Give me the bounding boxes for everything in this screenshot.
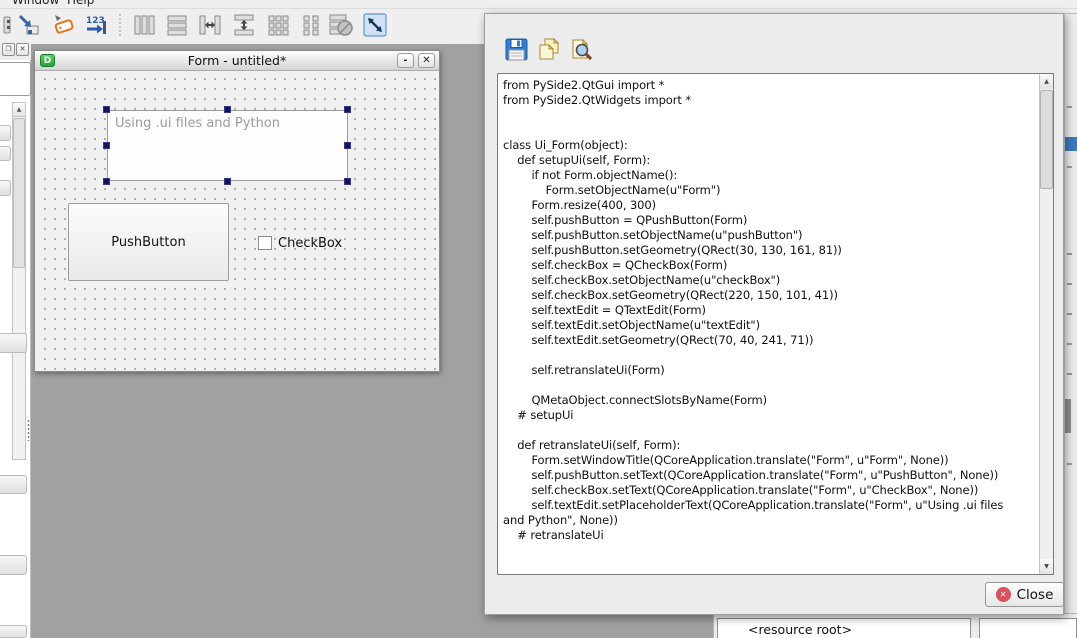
layout-grid-icon[interactable] xyxy=(264,11,292,39)
selection-handle-nw[interactable] xyxy=(103,106,110,113)
widget-box-filter-input[interactable] xyxy=(0,62,31,96)
selected-row-highlight xyxy=(1065,137,1077,151)
resource-browser-dock: <resource root> xyxy=(713,613,1077,638)
dock-float-icon[interactable]: ❐ xyxy=(2,43,15,56)
tree-branch-mark xyxy=(1067,283,1072,285)
edit-signals-slots-icon[interactable] xyxy=(15,11,43,39)
form-designer-window: D Form - untitled* - ✕ Using .ui files a… xyxy=(34,50,440,372)
layout-vertical-icon[interactable] xyxy=(163,11,191,39)
selection-handle-ne[interactable] xyxy=(344,106,351,113)
adjust-size-icon[interactable] xyxy=(361,11,389,39)
menu-window[interactable]: Window xyxy=(12,0,59,7)
widget-box-scroll-thumb[interactable] xyxy=(13,118,25,268)
menu-help[interactable]: Help xyxy=(67,0,94,7)
edit-widgets-icon[interactable] xyxy=(0,11,14,39)
textedit-widget[interactable]: Using .ui files and Python xyxy=(107,110,348,181)
code-preview-dialog: from PySide2.QtGui import * from PySide2… xyxy=(484,13,1064,615)
tree-branch-mark xyxy=(1067,313,1072,315)
scroll-down-icon[interactable]: ▼ xyxy=(1040,559,1053,574)
selection-handle-sw[interactable] xyxy=(103,178,110,185)
tab-order-digits: 123 xyxy=(86,16,105,26)
widget-category-row[interactable] xyxy=(0,125,11,141)
widget-box-dock-header: ❐ ✕ xyxy=(0,44,31,60)
tree-branch-mark xyxy=(1067,373,1072,375)
minimize-button[interactable]: - xyxy=(397,53,414,68)
close-x-icon: ✕ xyxy=(996,587,1011,602)
menubar: Window Help xyxy=(0,0,1077,9)
resource-root-item[interactable]: <resource root> xyxy=(748,622,852,637)
right-dock-sliver xyxy=(1064,13,1077,638)
scroll-up-icon[interactable]: ▲ xyxy=(13,103,25,117)
resource-list-panel xyxy=(979,618,1077,638)
checkbox-widget[interactable]: CheckBox xyxy=(258,235,342,251)
selection-handle-s[interactable] xyxy=(224,178,231,185)
dialog-close-button[interactable]: ✕ Close xyxy=(985,582,1064,607)
code-text-area[interactable]: from PySide2.QtGui import * from PySide2… xyxy=(497,73,1054,575)
code-scroll-thumb[interactable] xyxy=(1040,90,1053,189)
qt-designer-window: Window Help 123 xyxy=(0,0,1077,638)
selection-handle-n[interactable] xyxy=(224,106,231,113)
pushbutton-label: PushButton xyxy=(111,235,185,250)
form-window-titlebar[interactable]: D Form - untitled* - ✕ xyxy=(35,51,439,71)
scroll-up-icon[interactable]: ▲ xyxy=(1040,74,1053,89)
resource-tree-panel: <resource root> xyxy=(717,618,971,638)
layout-splitter-vertical-icon[interactable] xyxy=(230,11,258,39)
widget-category-row[interactable] xyxy=(0,555,27,575)
widget-box-dock: ❐ ✕ ▲ xyxy=(0,44,31,638)
selection-handle-se[interactable] xyxy=(344,178,351,185)
main-toolbar: 123 xyxy=(0,9,484,44)
form-canvas[interactable]: Using .ui files and Python PushButton Ch… xyxy=(36,71,439,371)
python-code: from PySide2.QtGui import * from PySide2… xyxy=(503,78,1037,543)
close-button[interactable]: ✕ xyxy=(418,53,435,68)
widget-box-scrollbar[interactable]: ▲ xyxy=(12,102,26,460)
save-icon[interactable] xyxy=(505,38,529,62)
break-layout-icon[interactable] xyxy=(327,11,355,39)
widget-category-row[interactable] xyxy=(0,625,27,638)
form-window-title: Form - untitled* xyxy=(35,53,439,68)
dock-close-icon[interactable]: ✕ xyxy=(16,43,29,56)
layout-form-icon[interactable] xyxy=(297,11,325,39)
textedit-placeholder: Using .ui files and Python xyxy=(115,116,280,131)
widget-category-row[interactable] xyxy=(0,180,11,196)
find-icon[interactable] xyxy=(570,38,594,62)
dock-splitter-handle[interactable] xyxy=(27,419,30,441)
edit-tab-order-icon[interactable]: 123 xyxy=(82,11,110,39)
pushbutton-widget[interactable]: PushButton xyxy=(68,203,229,281)
selection-handle-w[interactable] xyxy=(103,142,110,149)
tree-branch-mark xyxy=(1067,166,1072,168)
copy-icon[interactable] xyxy=(537,38,561,62)
tree-branch-mark xyxy=(1067,343,1072,345)
widget-category-row[interactable] xyxy=(0,333,27,353)
toolbar-separator xyxy=(119,14,121,36)
layout-horizontal-icon[interactable] xyxy=(130,11,158,39)
code-scrollbar[interactable]: ▲ ▼ xyxy=(1039,74,1053,574)
widget-category-row[interactable] xyxy=(0,475,27,494)
widget-category-row[interactable] xyxy=(0,146,11,161)
tree-branch-mark xyxy=(1067,106,1072,108)
edit-buddies-icon[interactable] xyxy=(50,11,78,39)
layout-splitter-horizontal-icon[interactable] xyxy=(196,11,224,39)
tree-branch-mark xyxy=(1067,463,1072,465)
right-dock-scroll-thumb[interactable] xyxy=(1065,399,1071,433)
checkbox-box[interactable] xyxy=(258,236,272,250)
selection-handle-e[interactable] xyxy=(344,142,351,149)
close-button-label: Close xyxy=(1017,587,1054,603)
checkbox-label: CheckBox xyxy=(278,236,342,251)
tree-branch-mark xyxy=(1067,253,1072,255)
